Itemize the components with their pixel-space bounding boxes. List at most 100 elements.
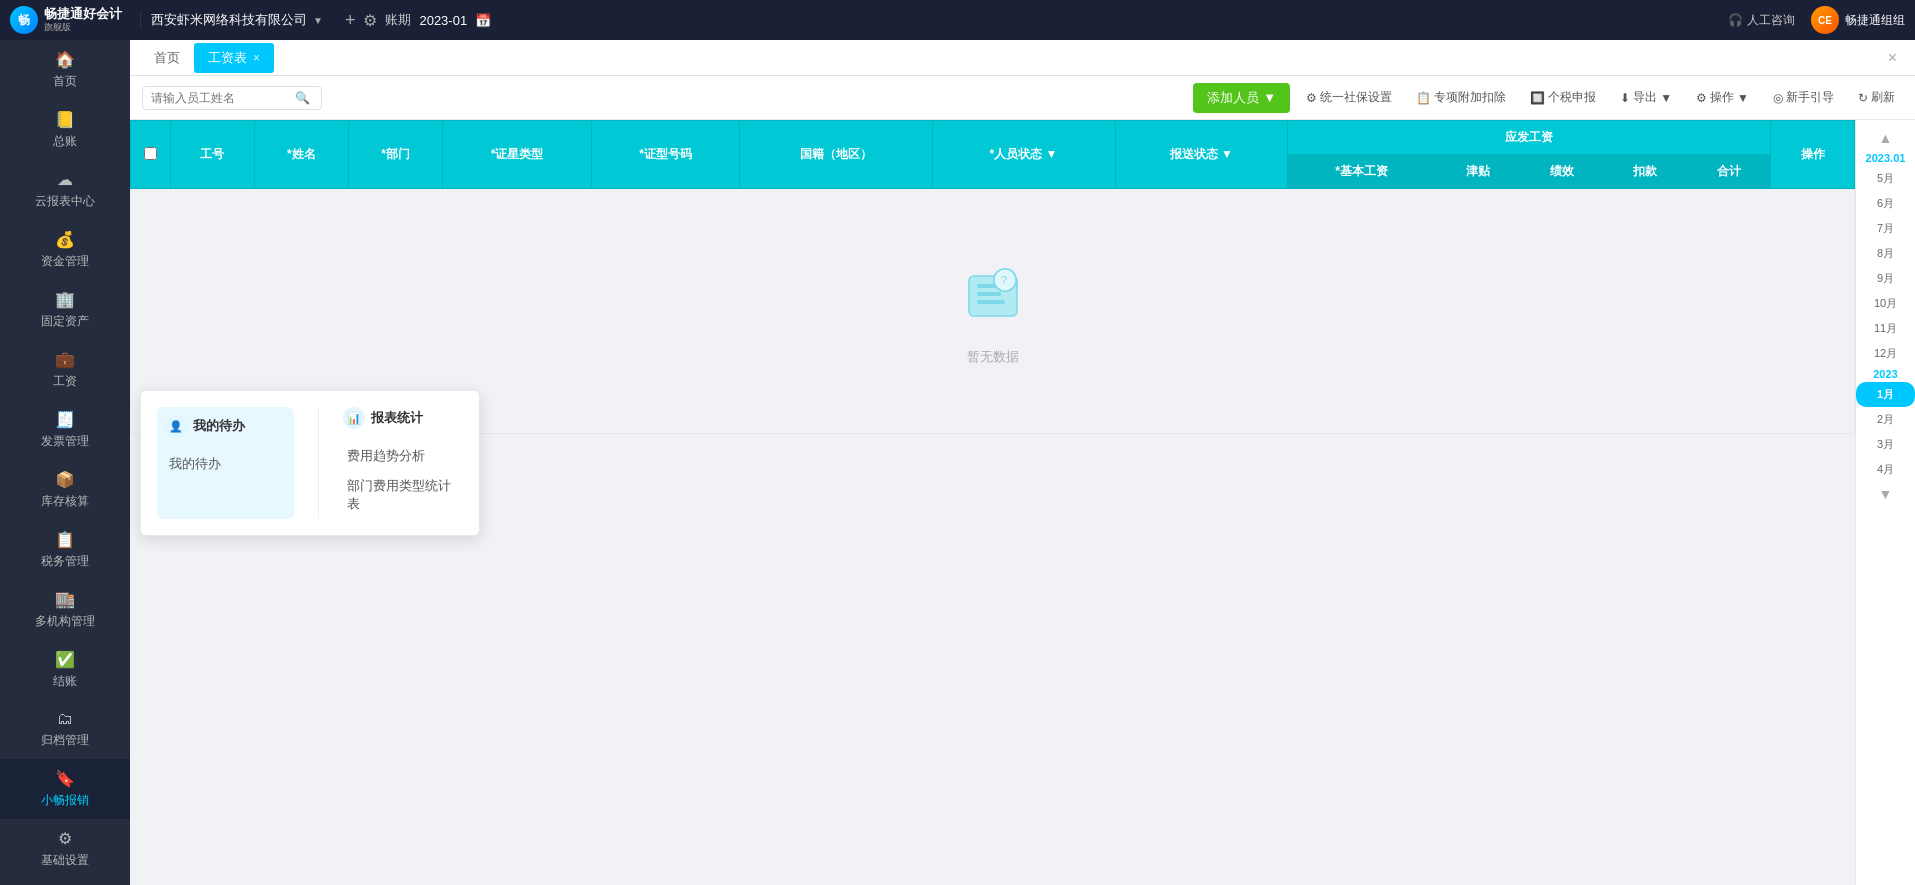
timeline-up-nav[interactable]: ▲ (1875, 126, 1897, 150)
tax-report-label: 个税申报 (1548, 89, 1596, 106)
export-label: 导出 (1633, 89, 1657, 106)
timeline-month-12[interactable]: 12月 (1856, 341, 1915, 366)
tab-home-label: 首页 (154, 50, 180, 65)
period-label: 账期 (385, 11, 411, 29)
tab-salary[interactable]: 工资表 × (194, 43, 274, 73)
popup-dept-cost[interactable]: 部门费用类型统计表 (343, 471, 464, 519)
popup-cost-trend[interactable]: 费用趋势分析 (343, 441, 464, 471)
add-button[interactable]: + (345, 10, 356, 31)
sidebar-item-multi-org[interactable]: 🏬 多机构管理 (0, 580, 130, 640)
search-box[interactable]: 🔍 (142, 86, 322, 110)
th-name: *姓名 (254, 121, 348, 189)
sidebar-item-invoice[interactable]: 🧾 发票管理 (0, 400, 130, 460)
cloud-icon: ☁ (57, 170, 73, 189)
popup-col-reports: 📊 报表统计 费用趋势分析 部门费用类型统计表 (343, 407, 464, 519)
sidebar-item-ledger[interactable]: 📒 总账 (0, 100, 130, 160)
tab-close-area: × (1880, 45, 1905, 71)
timeline-month-10[interactable]: 10月 (1856, 291, 1915, 316)
th-report-status: 报送状态 ▼ (1115, 121, 1287, 189)
sidebar-item-basic-settings[interactable]: ⚙ 基础设置 (0, 819, 130, 879)
sidebar-item-inventory[interactable]: 📦 库存核算 (0, 460, 130, 520)
basic-settings-icon: ⚙ (58, 829, 72, 848)
timeline-month-8[interactable]: 8月 (1856, 241, 1915, 266)
search-input[interactable] (151, 91, 291, 105)
th-department: *部门 (348, 121, 442, 189)
invoice-icon: 🧾 (55, 410, 75, 429)
toolbar-special-deduction-btn[interactable]: 📋 专项附加扣除 (1408, 85, 1514, 110)
user-initials: CE (1818, 15, 1832, 26)
toolbar-operation-btn[interactable]: ⚙ 操作 ▼ (1688, 85, 1757, 110)
tab-salary-label: 工资表 (208, 49, 247, 67)
toolbar-tax-report-btn[interactable]: 🔲 个税申报 (1522, 85, 1604, 110)
th-checkbox[interactable] (131, 121, 171, 189)
sidebar-item-archive[interactable]: 🗂 归档管理 (0, 700, 130, 759)
social-insurance-label: 统一社保设置 (1320, 89, 1392, 106)
settings-icon[interactable]: ⚙ (363, 11, 377, 30)
sidebar-label-basic: 基础设置 (41, 852, 89, 869)
tax-icon: 📋 (55, 530, 75, 549)
sidebar-item-close-accounts[interactable]: ✅ 结账 (0, 640, 130, 700)
timeline-month-11[interactable]: 11月 (1856, 316, 1915, 341)
support-link[interactable]: 🎧 人工咨询 (1728, 12, 1795, 29)
popup-reports-title: 📊 报表统计 (343, 407, 464, 429)
sidebar-label-salary: 工资 (53, 373, 77, 390)
toolbar-export-btn[interactable]: ⬇ 导出 ▼ (1612, 85, 1680, 110)
timeline-month-4[interactable]: 4月 (1856, 457, 1915, 482)
sidebar: 🏠 首页 📒 总账 ☁ 云报表中心 💰 资金管理 🏢 固定资产 💼 工资 🧾 发… (0, 40, 130, 885)
sidebar-label-inventory: 库存核算 (41, 493, 89, 510)
special-deduction-icon: 📋 (1416, 91, 1431, 105)
sidebar-label-home: 首页 (53, 73, 77, 90)
sidebar-item-salary[interactable]: 💼 工资 (0, 340, 130, 400)
refresh-label: 刷新 (1871, 89, 1895, 106)
cost-trend-label: 费用趋势分析 (347, 448, 425, 463)
window-close-button[interactable]: × (1880, 45, 1905, 71)
tax-report-icon: 🔲 (1530, 91, 1545, 105)
user-info[interactable]: CE 畅捷通组组 (1811, 6, 1905, 34)
th-allowance: 津贴 (1436, 155, 1520, 189)
sidebar-item-home[interactable]: 🏠 首页 (0, 40, 130, 100)
calendar-icon[interactable]: 📅 (475, 13, 491, 28)
timeline-year2: 2023 (1873, 366, 1897, 382)
sidebar-label-archive: 归档管理 (41, 732, 89, 749)
ledger-icon: 📒 (55, 110, 75, 129)
sidebar-item-guide[interactable]: ▶ 新手引导 (0, 879, 130, 885)
header-right-actions: 🎧 人工咨询 CE 畅捷通组组 (1728, 6, 1905, 34)
timeline-month-7[interactable]: 7月 (1856, 216, 1915, 241)
empty-text: 暂无数据 (967, 348, 1019, 366)
toolbar-social-insurance-btn[interactable]: ⚙ 统一社保设置 (1298, 85, 1400, 110)
expense-icon: 🔖 (55, 769, 75, 788)
tab-bar: 首页 工资表 × × (130, 40, 1915, 76)
home-icon: 🏠 (55, 50, 75, 69)
svg-rect-2 (977, 292, 1001, 296)
timeline-month-9[interactable]: 9月 (1856, 266, 1915, 291)
timeline-month-6[interactable]: 6月 (1856, 191, 1915, 216)
timeline-month-2[interactable]: 2月 (1856, 407, 1915, 432)
sidebar-label-tax: 税务管理 (41, 553, 89, 570)
sidebar-item-expense[interactable]: 🔖 小畅报销 (0, 759, 130, 819)
sidebar-label-assets: 固定资产 (41, 313, 89, 330)
timeline-month-3[interactable]: 3月 (1856, 432, 1915, 457)
select-all-checkbox[interactable] (144, 147, 157, 160)
tab-home[interactable]: 首页 (140, 43, 194, 73)
support-label: 人工咨询 (1747, 12, 1795, 29)
timeline-down-nav[interactable]: ▼ (1875, 482, 1897, 506)
timeline-month-1[interactable]: 1月 (1856, 382, 1915, 407)
company-selector[interactable]: 西安虾米网络科技有限公司 ▼ (140, 11, 333, 29)
tab-close-icon[interactable]: × (253, 51, 260, 65)
sidebar-item-cloud-report[interactable]: ☁ 云报表中心 (0, 160, 130, 220)
user-name: 畅捷通组组 (1845, 12, 1905, 29)
sidebar-item-assets[interactable]: 🏢 固定资产 (0, 280, 130, 340)
timeline-month-5[interactable]: 5月 (1856, 166, 1915, 191)
popup-divider (318, 407, 319, 519)
toolbar-guide-btn[interactable]: ◎ 新手引导 (1765, 85, 1842, 110)
sidebar-item-fund[interactable]: 💰 资金管理 (0, 220, 130, 280)
th-deduction: 扣款 (1603, 155, 1687, 189)
app-logo-icon: 畅 (10, 6, 38, 34)
popup-col-todo: 👤 我的待办 我的待办 (157, 407, 294, 519)
fund-icon: 💰 (55, 230, 75, 249)
th-base-salary: *基本工资 (1287, 155, 1436, 189)
toolbar-refresh-btn[interactable]: ↻ 刷新 (1850, 85, 1903, 110)
sidebar-item-tax[interactable]: 📋 税务管理 (0, 520, 130, 580)
add-person-button[interactable]: 添加人员 ▼ (1193, 83, 1290, 113)
popup-my-todo[interactable]: 我的待办 (165, 449, 286, 479)
